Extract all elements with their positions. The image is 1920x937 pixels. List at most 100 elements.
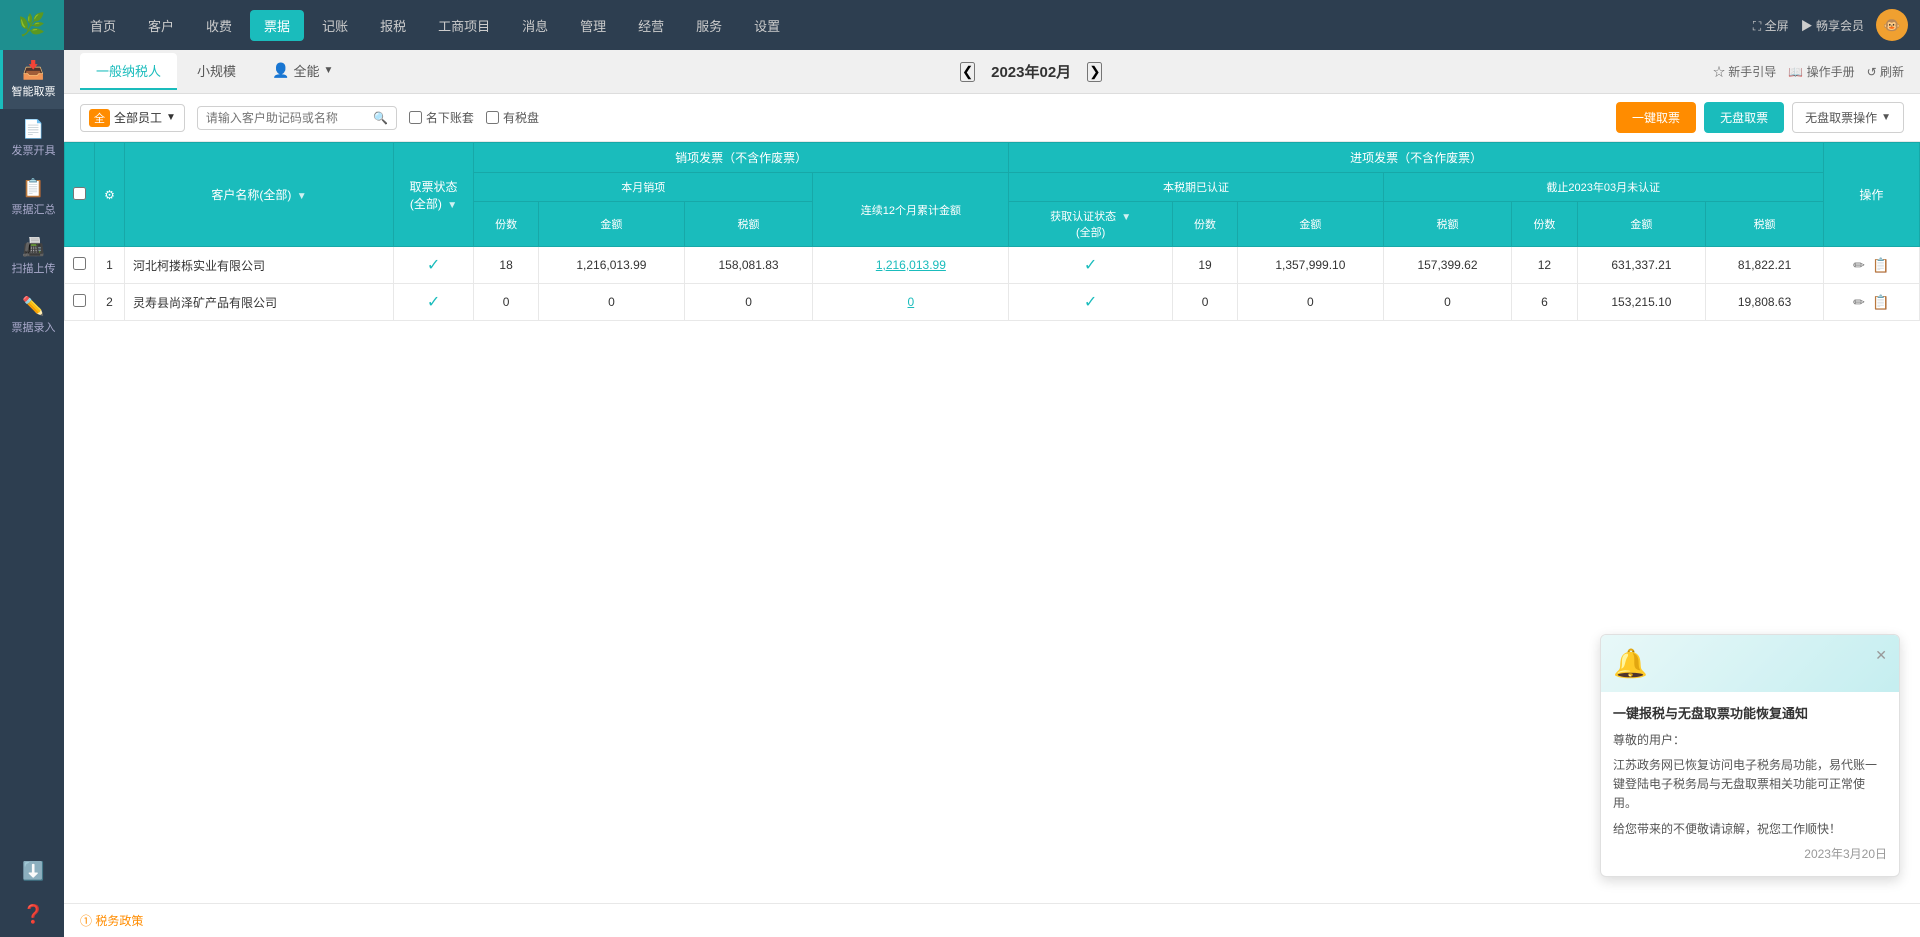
th-customer-name[interactable]: 客户名称(全部) ▼ bbox=[125, 143, 394, 247]
refresh-btn[interactable]: ↺ 刷新 bbox=[1867, 63, 1904, 80]
row-purchase-current-tax: 157,399.62 bbox=[1383, 247, 1512, 284]
th-collect-status[interactable]: 取票状态(全部) ▼ bbox=[394, 143, 474, 247]
topnav-item-billing[interactable]: 收费 bbox=[192, 10, 246, 41]
topnav-item-operation[interactable]: 经营 bbox=[624, 10, 678, 41]
prev-month-button[interactable]: ❮ bbox=[960, 62, 975, 82]
notification-body: 一键报税与无盘取票功能恢复通知 尊敬的用户： 江苏政务网已恢复访问电子税务局功能… bbox=[1601, 692, 1899, 876]
sidebar-item-data-entry[interactable]: ✏️ 票据录入 bbox=[0, 286, 64, 345]
sidebar-item-label: 智能取票 bbox=[12, 83, 56, 99]
filter-right-buttons: 一键取票 无盘取票 无盘取票操作 ▼ bbox=[1616, 102, 1904, 133]
user-avatar[interactable]: 🐵 bbox=[1876, 9, 1908, 41]
data-entry-icon: ✏️ bbox=[22, 296, 44, 317]
row-index: 2 bbox=[95, 284, 125, 321]
smart-collect-icon: 📥 bbox=[22, 60, 44, 81]
member-btn[interactable]: ▶ 畅享会员 bbox=[1801, 17, 1864, 34]
sidebar-logo[interactable]: 🌿 bbox=[0, 0, 64, 50]
checkbox-accounts[interactable]: 名下账套 bbox=[409, 109, 474, 126]
topnav-items: 首页 客户 收费 票据 记账 报税 工商项目 消息 管理 经营 服务 设置 bbox=[76, 10, 1753, 41]
row-sales-tax: 0 bbox=[684, 284, 813, 321]
edit-action-icon[interactable]: ✏ bbox=[1851, 292, 1867, 312]
status-check-icon: ✓ bbox=[427, 257, 440, 274]
row-purchase-current-tax: 0 bbox=[1383, 284, 1512, 321]
topnav-item-accounting[interactable]: 记账 bbox=[308, 10, 362, 41]
no-disk-collect-button[interactable]: 无盘取票 bbox=[1704, 102, 1784, 133]
sidebar-item-invoice-summary[interactable]: 📋 票据汇总 bbox=[0, 168, 64, 227]
tax-policy-link[interactable]: ① 税务政策 bbox=[80, 914, 143, 928]
fullscreen-btn[interactable]: ⛶ 全屏 bbox=[1753, 17, 1789, 34]
tab-all[interactable]: 👤 全能 ▼ bbox=[256, 53, 349, 90]
row-purchase-current-amount: 0 bbox=[1238, 284, 1383, 321]
row-cumulative[interactable]: 1,216,013.99 bbox=[813, 247, 1009, 284]
taxdisk-checkbox[interactable] bbox=[486, 111, 499, 124]
topnav-item-message[interactable]: 消息 bbox=[508, 10, 562, 41]
topnav-item-settings[interactable]: 设置 bbox=[740, 10, 794, 41]
footer: ① 税务政策 bbox=[64, 903, 1920, 937]
tab-small[interactable]: 小规模 bbox=[181, 53, 252, 90]
all-tab-dropdown-icon[interactable]: ▼ bbox=[323, 65, 333, 76]
row-cumulative[interactable]: 0 bbox=[813, 284, 1009, 321]
notification-popup: 🔔 ✕ 一键报税与无盘取票功能恢复通知 尊敬的用户： 江苏政务网已恢复访问电子税… bbox=[1600, 634, 1900, 877]
topnav-item-manage[interactable]: 管理 bbox=[566, 10, 620, 41]
topnav-item-invoice[interactable]: 票据 bbox=[250, 10, 304, 41]
row-actions: ✏ 📋 bbox=[1823, 247, 1919, 284]
checkbox-taxdisk[interactable]: 有税盘 bbox=[486, 109, 539, 126]
no-disk-op-dropdown-icon: ▼ bbox=[1881, 112, 1891, 123]
sidebar-item-scan-upload[interactable]: 📠 扫描上传 bbox=[0, 227, 64, 286]
manual-btn[interactable]: 📖 操作手册 bbox=[1788, 63, 1854, 80]
row-sales-tax: 158,081.83 bbox=[684, 247, 813, 284]
sidebar-item-help[interactable]: ❓ bbox=[0, 894, 64, 937]
topnav-item-service[interactable]: 服务 bbox=[682, 10, 736, 41]
notification-close-btn[interactable]: ✕ bbox=[1875, 647, 1887, 664]
cumulative-link[interactable]: 0 bbox=[908, 295, 915, 309]
row-actions: ✏ 📋 bbox=[1823, 284, 1919, 321]
employee-select[interactable]: 全 全部员工 ▼ bbox=[80, 104, 185, 132]
th-sales-group: 销项发票（不含作废票） bbox=[474, 143, 1009, 173]
notification-title: 一键报税与无盘取票功能恢复通知 bbox=[1613, 704, 1887, 725]
topnav-right: ⛶ 全屏 ▶ 畅享会员 🐵 bbox=[1753, 9, 1908, 41]
search-icon[interactable]: 🔍 bbox=[373, 111, 388, 125]
one-click-collect-button[interactable]: 一键取票 bbox=[1616, 102, 1696, 133]
row-sales-count: 18 bbox=[474, 247, 539, 284]
tab-general[interactable]: 一般纳税人 bbox=[80, 53, 177, 90]
th-settings-icon[interactable]: ⚙ bbox=[95, 143, 125, 247]
sidebar-item-issue-invoice[interactable]: 📄 发票开具 bbox=[0, 109, 64, 168]
row-customer-name: 河北柯搂栎实业有限公司 bbox=[125, 247, 394, 284]
topnav-item-home[interactable]: 首页 bbox=[76, 10, 130, 41]
row-purchase-deadline-amount: 631,337.21 bbox=[1577, 247, 1706, 284]
cert-check-icon: ✓ bbox=[1084, 257, 1097, 274]
detail-action-icon[interactable]: 📋 bbox=[1870, 255, 1891, 275]
sidebar: 🌿 📥 智能取票 📄 发票开具 📋 票据汇总 📠 扫描上传 ✏️ 票据录入 ⬇️… bbox=[0, 0, 64, 937]
no-disk-op-button[interactable]: 无盘取票操作 ▼ bbox=[1792, 102, 1904, 133]
th-sales-amount: 金额 bbox=[539, 202, 684, 247]
table-row: 1 河北柯搂栎实业有限公司 ✓ 18 1,216,013.99 158,081.… bbox=[65, 247, 1920, 284]
topnav-item-customer[interactable]: 客户 bbox=[134, 10, 188, 41]
logo-icon: 🌿 bbox=[18, 12, 45, 38]
row-purchase-cert-icon: ✓ bbox=[1009, 284, 1173, 321]
topnav: 首页 客户 收费 票据 记账 报税 工商项目 消息 管理 经营 服务 设置 ⛶ … bbox=[64, 0, 1920, 50]
cumulative-link[interactable]: 1,216,013.99 bbox=[876, 258, 946, 272]
row-status: ✓ bbox=[394, 247, 474, 284]
sidebar-item-download[interactable]: ⬇️ bbox=[0, 851, 64, 894]
topnav-item-business[interactable]: 工商项目 bbox=[424, 10, 504, 41]
notification-scroll[interactable]: 尊敬的用户： 江苏政务网已恢复访问电子税务局功能，易代账一键登陆电子税务局与无盘… bbox=[1613, 731, 1887, 864]
th-checkbox[interactable] bbox=[65, 143, 95, 247]
sidebar-bottom: ⬇️ ❓ bbox=[0, 851, 64, 937]
th-cumulative: 连续12个月累计金额 bbox=[813, 173, 1009, 247]
search-box[interactable]: 🔍 bbox=[197, 106, 397, 130]
detail-action-icon[interactable]: 📋 bbox=[1870, 292, 1891, 312]
next-month-button[interactable]: ❯ bbox=[1087, 62, 1102, 82]
accounts-checkbox[interactable] bbox=[409, 111, 422, 124]
th-action: 操作 bbox=[1823, 143, 1919, 247]
sidebar-item-smart-collect[interactable]: 📥 智能取票 bbox=[0, 50, 64, 109]
row-purchase-deadline-amount: 153,215.10 bbox=[1577, 284, 1706, 321]
select-all-checkbox[interactable] bbox=[73, 187, 86, 200]
row-checkbox[interactable] bbox=[65, 284, 95, 321]
row-checkbox[interactable] bbox=[65, 247, 95, 284]
new-guide-btn[interactable]: ☆ 新手引导 bbox=[1713, 63, 1776, 80]
th-purchase-cert-status[interactable]: 获取认证状态 ▼(全部) bbox=[1009, 202, 1173, 247]
notification-header-icon: 🔔 bbox=[1613, 647, 1648, 680]
all-tab-icon: 👤 bbox=[272, 62, 289, 79]
edit-action-icon[interactable]: ✏ bbox=[1851, 255, 1867, 275]
topnav-item-tax[interactable]: 报税 bbox=[366, 10, 420, 41]
search-input[interactable] bbox=[206, 111, 369, 125]
